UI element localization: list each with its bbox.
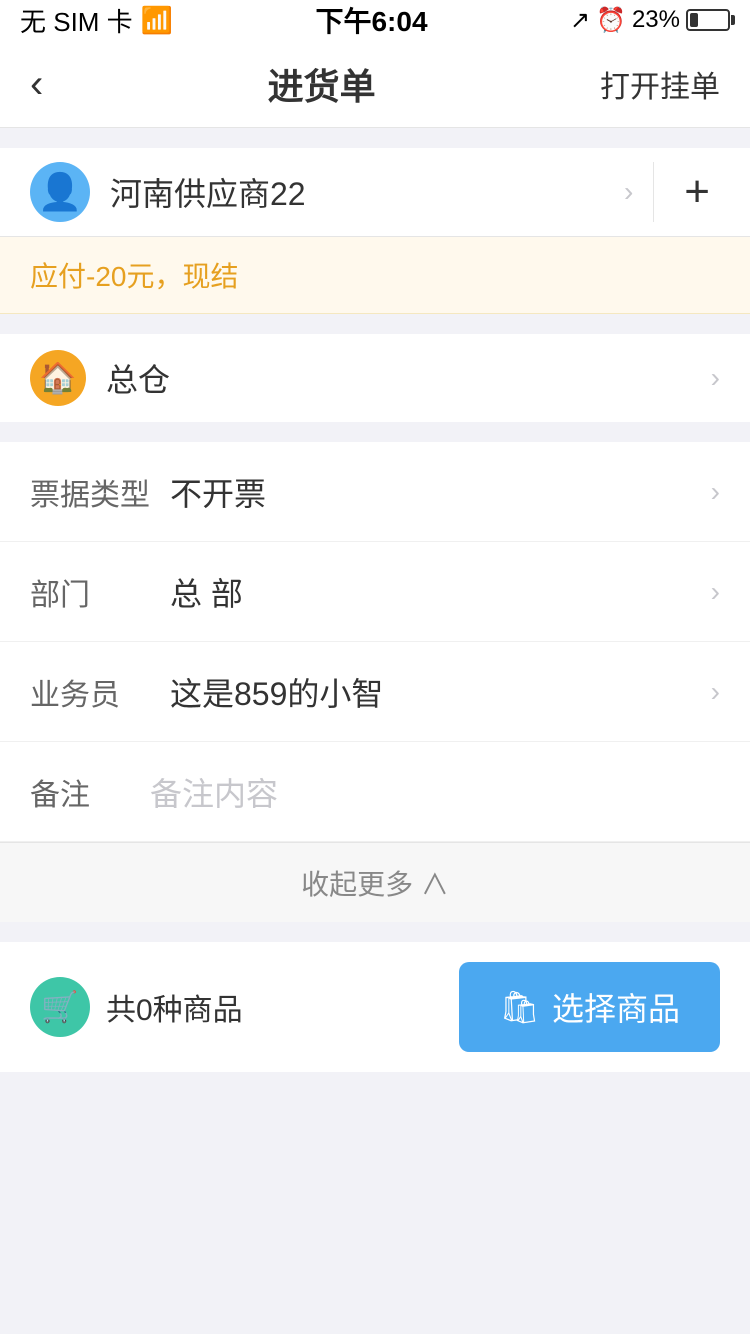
salesperson-chevron-icon: › [711,676,720,708]
supplier-row[interactable]: 👤 河南供应商22 › [30,148,633,236]
status-bar: 无 SIM 卡 📶 下午6:04 ↗ ⏰ 23% [0,0,750,40]
form-section: 票据类型 不开票 › 部门 总 部 › 业务员 这是859的小智 › 备注 备注… [0,442,750,922]
balance-notice: 应付-20元，现结 [0,237,750,314]
remark-input[interactable]: 备注内容 [150,769,720,815]
department-row[interactable]: 部门 总 部 › [0,542,750,642]
open-pending-button[interactable]: 打开挂单 [600,62,720,106]
select-label: 选择商品 [552,984,680,1030]
bottom-bar: 🛒 共0种商品 🛍 选择商品 [0,942,750,1072]
supplier-chevron-icon: › [624,176,633,208]
supplier-name: 河南供应商22 [110,169,624,215]
warehouse-section: 🏠 总仓 › [0,334,750,422]
status-left: 无 SIM 卡 📶 [20,2,173,39]
nav-bar: ‹ 进货单 打开挂单 [0,40,750,128]
product-count-area: 🛒 共0种商品 [30,977,243,1037]
cart-icon: 🛒 [41,990,78,1025]
product-count: 共0种商品 [106,985,243,1029]
section-gap-2 [0,314,750,334]
warehouse-icon: 🏠 [30,350,86,406]
warehouse-row[interactable]: 🏠 总仓 › [0,334,750,422]
vertical-divider [653,162,654,222]
collapse-label: 收起更多 ∧ [301,863,449,903]
battery-text: 23% [632,6,680,34]
wifi-icon: 📶 [141,5,173,36]
invoice-type-value: 不开票 [150,469,711,515]
invoice-type-label: 票据类型 [30,470,150,514]
sim-text: 无 SIM 卡 [20,2,133,39]
avatar: 👤 [30,162,90,222]
warehouse-chevron-icon: › [711,362,720,394]
house-icon: 🏠 [39,361,76,396]
battery-icon [686,9,730,31]
warehouse-name: 总仓 [106,355,711,401]
salesperson-row[interactable]: 业务员 这是859的小智 › [0,642,750,742]
salesperson-value: 这是859的小智 [150,669,711,715]
remark-label: 备注 [30,770,150,814]
status-time: 下午6:04 [315,0,427,40]
location-icon: ↗ [570,6,590,35]
collapse-button[interactable]: 收起更多 ∧ [0,842,750,922]
avatar-icon: 👤 [38,171,83,213]
section-gap-top [0,128,750,148]
product-icon: 🛒 [30,977,90,1037]
back-button[interactable]: ‹ [30,64,43,104]
department-chevron-icon: › [711,576,720,608]
supplier-section: 👤 河南供应商22 › + [0,148,750,237]
salesperson-label: 业务员 [30,670,150,714]
invoice-type-chevron-icon: › [711,476,720,508]
department-label: 部门 [30,570,150,614]
select-icon: 🛍 [499,988,540,1026]
select-product-button[interactable]: 🛍 选择商品 [459,962,720,1052]
page-title: 进货单 [268,58,376,110]
add-supplier-button[interactable]: + [674,167,720,217]
invoice-type-row[interactable]: 票据类型 不开票 › [0,442,750,542]
status-right: ↗ ⏰ 23% [570,6,730,35]
remark-row[interactable]: 备注 备注内容 [0,742,750,842]
department-value: 总 部 [150,569,711,615]
alarm-icon: ⏰ [596,6,626,35]
